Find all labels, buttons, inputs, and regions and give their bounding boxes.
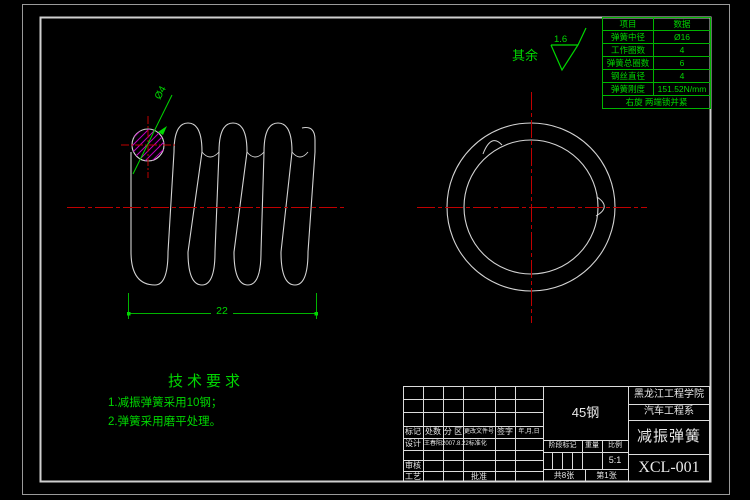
end-view-centerlines <box>417 92 647 323</box>
spring-parameter-table: 项目 数据 弹簧中径 Ø16 工作圈数 4 弹簧总圈数 6 钢丝直径 4 弹簧刚… <box>602 17 711 109</box>
param-label: 工作圈数 <box>602 43 654 57</box>
winding-note: 右旋 两端锁并紧 <box>602 95 711 109</box>
titleblock-signature-label: 签字 <box>497 427 513 436</box>
tech-requirement-item: 1.减振弹簧采用10钢； <box>108 397 223 409</box>
param-label: 弹簧刚度 <box>602 82 654 96</box>
titleblock-scale-label: 比例 <box>608 442 622 449</box>
param-label: 弹簧总圈数 <box>602 56 654 70</box>
roughness-note: 其余 1.6 <box>512 27 587 72</box>
length-dimension: 22 <box>127 293 318 319</box>
titleblock-org-line2: 汽车工程系 <box>644 406 694 417</box>
roughness-prefix: 其余 <box>512 48 538 63</box>
titleblock-date-label: 年,月,日 <box>518 429 540 435</box>
length-dim-text: 22 <box>216 305 228 317</box>
table-row: 工作圈数 4 <box>602 43 711 57</box>
param-value: 4 <box>653 69 711 83</box>
col-header-item: 项目 <box>602 17 654 31</box>
table-row: 项目 数据 <box>602 17 711 31</box>
titleblock-material: 45钢 <box>571 405 600 420</box>
tech-requirement-item: 2.弹簧采用磨平处理。 <box>108 416 222 428</box>
titleblock-design-value: 王春阳2007.8.22标准化 <box>424 441 487 447</box>
param-value: 6 <box>653 56 711 70</box>
titleblock-mark-label: 标记 <box>405 427 421 436</box>
col-header-data: 数据 <box>653 17 711 31</box>
param-label: 钢丝直径 <box>602 69 654 83</box>
param-value: 151.52N/mm <box>653 82 711 96</box>
tech-requirements-title: 技术要求 <box>167 373 244 390</box>
titleblock-sheets-total: 共8张 <box>553 471 575 480</box>
titleblock-approve-label: 批准 <box>471 472 487 481</box>
roughness-value: 1.6 <box>554 34 567 45</box>
param-value: Ø16 <box>653 30 711 44</box>
technical-requirements: 技术要求 1.减振弹簧采用10钢； 2.弹簧采用磨平处理。 <box>108 370 298 429</box>
wire-diameter-dim: Ø4 <box>153 84 169 101</box>
titleblock-process-label: 工艺 <box>405 472 421 481</box>
table-row: 钢丝直径 4 <box>602 69 711 83</box>
table-row: 弹簧中径 Ø16 <box>602 30 711 44</box>
titleblock-drawing-number: XCL-001 <box>638 459 700 476</box>
cad-drawing-sheet: Ø4 22 其余 1.6 项目 数据 弹簧中径 Ø16 工作圈数 4 弹簧总圈数… <box>0 0 750 500</box>
titleblock-weight-label: 重量 <box>585 442 599 449</box>
titleblock-zone-label: 分 区 <box>443 427 463 436</box>
titleblock-part-name: 减振弹簧 <box>636 428 701 445</box>
wire-centerlines <box>121 116 177 178</box>
param-value: 4 <box>653 43 711 57</box>
titleblock-sheet-number: 第1张 <box>596 471 617 480</box>
spring-end-view <box>417 92 647 323</box>
table-row: 弹簧总圈数 6 <box>602 56 711 70</box>
titleblock-design-label: 设计 <box>405 439 421 448</box>
param-label: 弹簧中径 <box>602 30 654 44</box>
table-row: 右旋 两端锁并紧 <box>602 95 711 109</box>
titleblock-review-label: 审核 <box>405 461 421 470</box>
table-row: 弹簧刚度 151.52N/mm <box>602 82 711 96</box>
titleblock-org-line1: 黑龙江工程学院 <box>634 389 704 400</box>
titleblock-count-label: 处数 <box>425 427 441 436</box>
titleblock-changefile-label: 更改文件号 <box>463 429 494 435</box>
titleblock-stage-label: 阶段标记 <box>548 442 577 449</box>
titleblock-scale-value: 5:1 <box>608 455 622 465</box>
wire-section-detail: Ø4 <box>121 84 177 178</box>
